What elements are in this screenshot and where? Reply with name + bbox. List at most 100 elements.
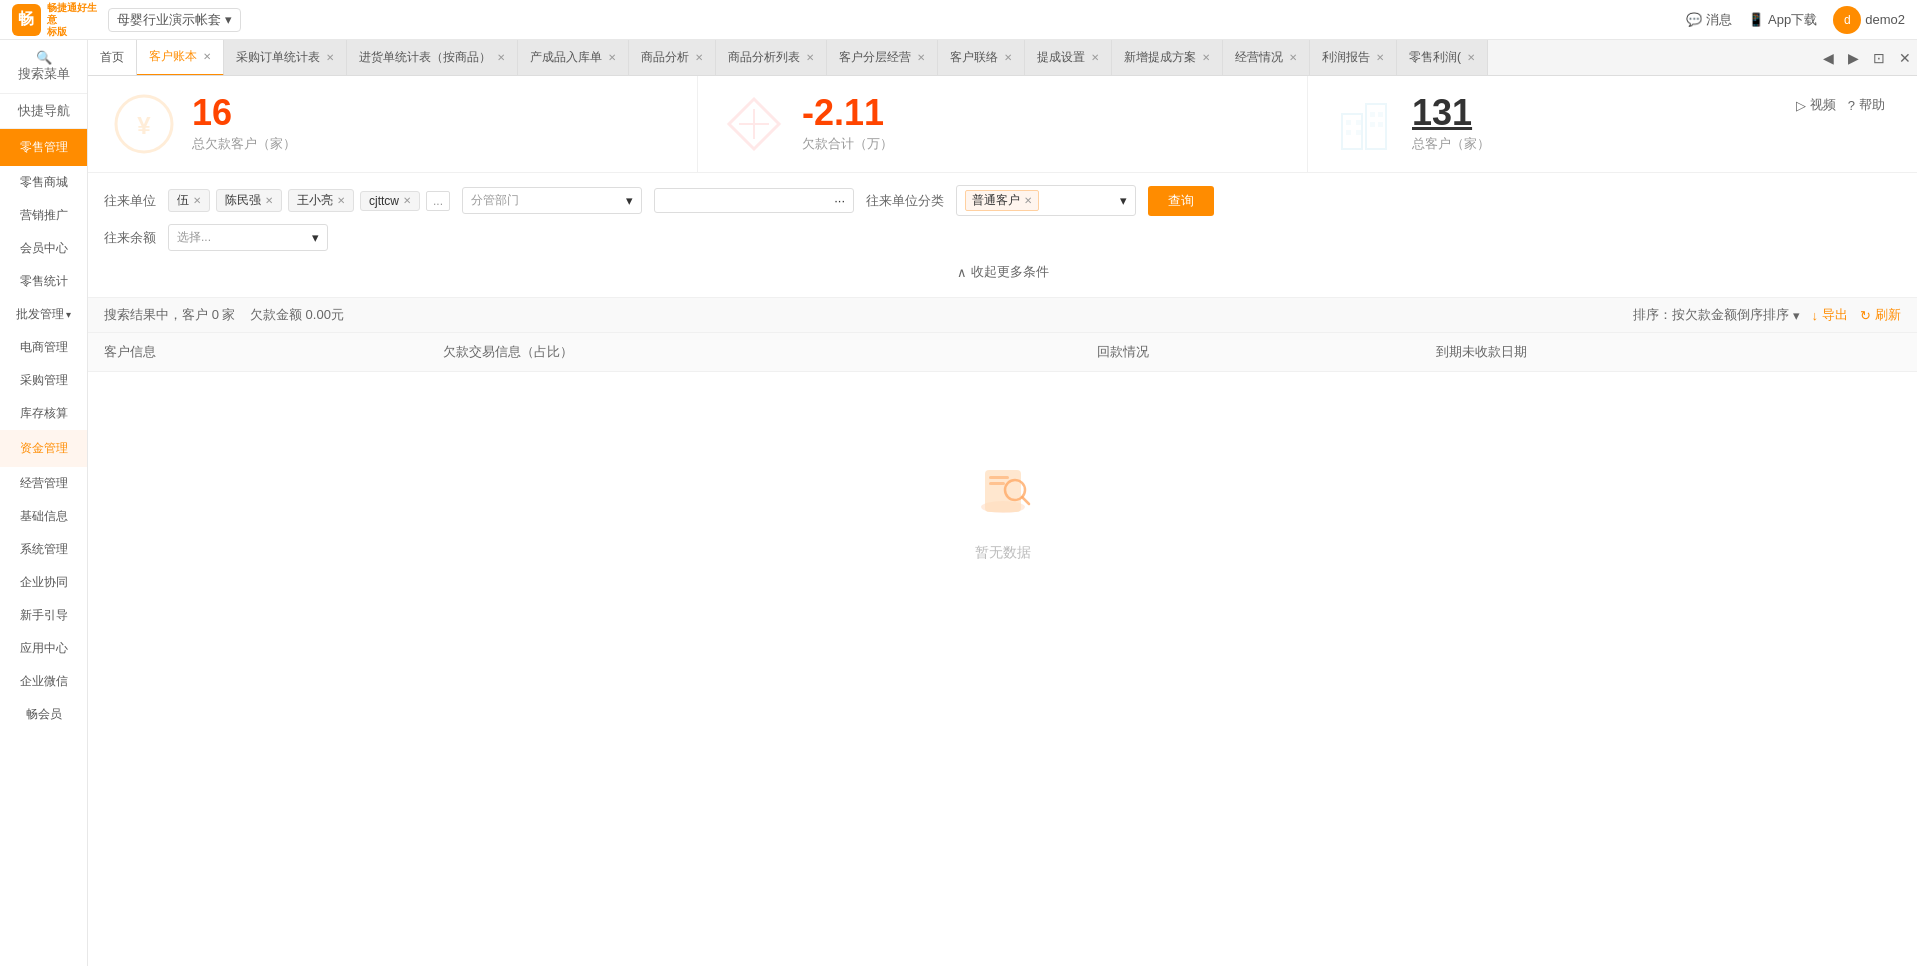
surplus-filter[interactable]: 选择... ▾ [168, 224, 328, 251]
tab-profit-report[interactable]: 利润报告 ✕ [1310, 40, 1397, 76]
tab-close-all-button[interactable]: ✕ [1893, 50, 1917, 66]
tab-operations-status[interactable]: 经营情况 ✕ [1223, 40, 1310, 76]
tab-customer-contact[interactable]: 客户联络 ✕ [938, 40, 1025, 76]
sidebar-item-retail-management[interactable]: 零售管理 [0, 129, 87, 166]
filter-tag-close-icon[interactable]: ✕ [403, 195, 411, 206]
filter-area: 往来单位 伍 ✕ 陈民强 ✕ 王小亮 ✕ [88, 173, 1917, 298]
col-payment: 回款情况 [1081, 333, 1420, 372]
tab-close-icon[interactable]: ✕ [1376, 52, 1384, 63]
tab-new-prompt-plan[interactable]: 新增提成方案 ✕ [1112, 40, 1223, 76]
tab-customer-segment[interactable]: 客户分层经营 ✕ [827, 40, 938, 76]
chevron-down-icon: ▾ [66, 309, 71, 320]
unit-category-value: 普通客户 [972, 192, 1020, 209]
tab-prompt-settings[interactable]: 提成设置 ✕ [1025, 40, 1112, 76]
app-download-button[interactable]: 📱 App下载 [1748, 11, 1817, 29]
tab-product-analysis[interactable]: 商品分析 ✕ [629, 40, 716, 76]
sidebar-quick-nav[interactable]: 快捷导航 [0, 94, 87, 129]
tab-close-icon[interactable]: ✕ [326, 52, 334, 63]
tab-home[interactable]: 首页 [88, 40, 137, 76]
sidebar-item-marketing[interactable]: 营销推广 [0, 199, 87, 232]
tab-close-icon[interactable]: ✕ [1091, 52, 1099, 63]
sidebar-item-enterprise[interactable]: 企业协同 [0, 566, 87, 599]
dots-icon[interactable]: ··· [834, 193, 845, 208]
tab-close-icon[interactable]: ✕ [1289, 52, 1297, 63]
company-selector[interactable]: 母婴行业演示帐套 ▾ [108, 8, 241, 32]
person-filter[interactable]: ··· [654, 188, 854, 213]
svg-rect-17 [989, 482, 1005, 485]
svg-rect-12 [1370, 122, 1375, 127]
chevron-down-icon: ▾ [1793, 308, 1800, 323]
sidebar-item-app-center[interactable]: 应用中心 [0, 632, 87, 665]
sidebar-item-retail-stats[interactable]: 零售统计 [0, 265, 87, 298]
col-overdue-date: 到期未收款日期 [1420, 333, 1917, 372]
empty-text: 暂无数据 [975, 544, 1031, 562]
sidebar-item-purchase[interactable]: 采购管理 [0, 364, 87, 397]
sidebar-label: 企业微信 [20, 674, 68, 688]
tab-retail-profit[interactable]: 零售利润( ✕ [1397, 40, 1488, 76]
sidebar-item-inventory[interactable]: 库存核算 [0, 397, 87, 430]
tab-close-icon[interactable]: ✕ [806, 52, 814, 63]
sidebar-item-operations[interactable]: 经营管理 [0, 467, 87, 500]
messages-button[interactable]: 💬 消息 [1686, 11, 1732, 29]
help-button[interactable]: ? 帮助 [1848, 96, 1885, 114]
unit-category-label: 往来单位分类 [866, 192, 944, 210]
filter-tag-3[interactable]: cjttcw ✕ [360, 191, 420, 211]
tab-close-icon[interactable]: ✕ [917, 52, 925, 63]
table-header-row: 客户信息 欠款交易信息（占比） 回款情况 到期未收款日期 [88, 333, 1917, 372]
tab-prev-button[interactable]: ◀ [1817, 50, 1840, 66]
filter-tags: 伍 ✕ 陈民强 ✕ 王小亮 ✕ cjttcw ✕ [168, 189, 450, 212]
sidebar-label: 营销推广 [20, 208, 68, 222]
sidebar-item-new-guide[interactable]: 新手引导 [0, 599, 87, 632]
refresh-button[interactable]: ↻ 刷新 [1860, 306, 1901, 324]
tab-close-icon[interactable]: ✕ [497, 52, 505, 63]
tab-close-icon[interactable]: ✕ [1467, 52, 1475, 63]
video-button[interactable]: ▷ 视频 [1796, 96, 1836, 114]
tab-product-inbound[interactable]: 产成品入库单 ✕ [518, 40, 629, 76]
unit-category-tag[interactable]: 普通客户 ✕ [965, 190, 1039, 211]
sidebar-item-wholesale[interactable]: 批发管理 ▾ [0, 298, 87, 331]
sidebar-item-system[interactable]: 系统管理 [0, 533, 87, 566]
tab-close-icon[interactable]: ✕ [1004, 52, 1012, 63]
sidebar-search[interactable]: 🔍 搜索菜单 [0, 40, 87, 94]
sort-select[interactable]: 排序：按欠款金额倒序排序 ▾ [1633, 306, 1800, 324]
filter-tag-0[interactable]: 伍 ✕ [168, 189, 210, 212]
sidebar-label: 零售统计 [20, 274, 68, 288]
export-button[interactable]: ↓ 导出 [1812, 306, 1849, 324]
sidebar-label: 电商管理 [20, 340, 68, 354]
collapse-button[interactable]: ∧ 收起更多条件 [104, 259, 1901, 285]
filter-tag-close-icon[interactable]: ✕ [265, 195, 273, 206]
sidebar-item-basic-info[interactable]: 基础信息 [0, 500, 87, 533]
sidebar-item-retail-mall[interactable]: 零售商城 [0, 166, 87, 199]
tab-product-analysis-list[interactable]: 商品分析列表 ✕ [716, 40, 827, 76]
tab-close-icon[interactable]: ✕ [695, 52, 703, 63]
filter-more-button[interactable]: ... [426, 191, 450, 211]
tab-close-icon[interactable]: ✕ [608, 52, 616, 63]
tab-next-button[interactable]: ▶ [1842, 50, 1865, 66]
search-icon: 🔍 [36, 50, 52, 65]
sidebar-item-member[interactable]: 畅会员 [0, 698, 87, 731]
tab-customer-book[interactable]: 客户账本 ✕ [137, 40, 224, 76]
unit-category-tag-close-icon[interactable]: ✕ [1024, 195, 1032, 206]
filter-tag-close-icon[interactable]: ✕ [193, 195, 201, 206]
filter-tag-close-icon[interactable]: ✕ [337, 195, 345, 206]
sidebar-item-finance[interactable]: 资金管理 [0, 430, 87, 467]
filter-tag-2[interactable]: 王小亮 ✕ [288, 189, 354, 212]
sidebar-item-ecommerce[interactable]: 电商管理 [0, 331, 87, 364]
tab-label: 零售利润( [1409, 49, 1461, 66]
unit-category-filter[interactable]: 普通客户 ✕ ▾ [956, 185, 1136, 216]
query-button[interactable]: 查询 [1148, 186, 1214, 216]
tab-maximize-button[interactable]: ⊡ [1867, 50, 1891, 66]
sidebar-item-enterprise-wechat[interactable]: 企业微信 [0, 665, 87, 698]
user-profile[interactable]: d demo2 [1833, 6, 1905, 34]
stat-overdue-amount: -2.11 欠款合计（万） [698, 76, 1308, 172]
stat-overdue-customers: ¥ 16 总欠款客户（家） [88, 76, 698, 172]
tab-close-icon[interactable]: ✕ [1202, 52, 1210, 63]
customer-count: 0 [212, 307, 219, 322]
department-filter[interactable]: 分管部门 ▾ [462, 187, 642, 214]
sidebar-item-member-center[interactable]: 会员中心 [0, 232, 87, 265]
help-label: 帮助 [1859, 96, 1885, 114]
filter-tag-1[interactable]: 陈民强 ✕ [216, 189, 282, 212]
tab-goods-stats[interactable]: 进货单统计表（按商品） ✕ [347, 40, 518, 76]
tab-purchase-order-stats[interactable]: 采购订单统计表 ✕ [224, 40, 347, 76]
tab-close-icon[interactable]: ✕ [203, 51, 211, 62]
